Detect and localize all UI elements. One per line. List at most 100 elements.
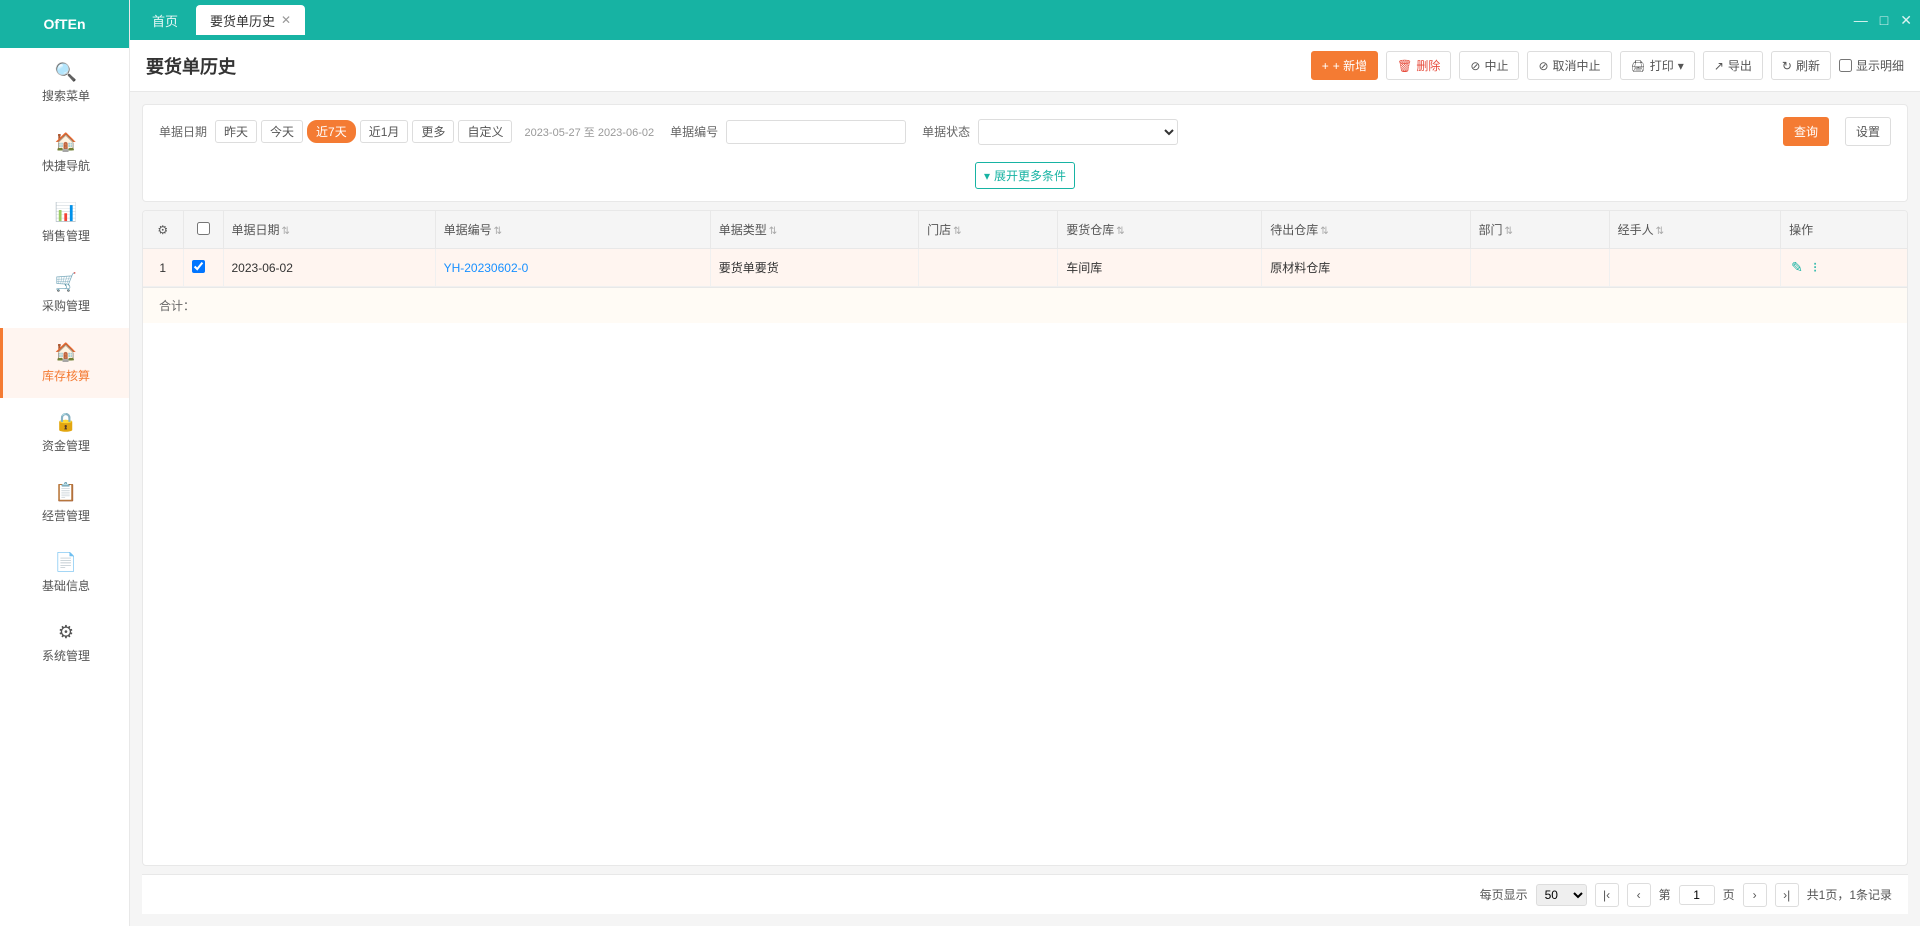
last-page-button[interactable]: ›| — [1775, 883, 1799, 907]
date-custom-btn[interactable]: 自定义 — [458, 120, 512, 143]
prev-page-button[interactable]: ‹ — [1627, 883, 1651, 907]
chevron-down-icon: ▾ — [984, 169, 990, 183]
edit-action-icon[interactable]: ✎ — [1789, 257, 1805, 278]
cell-doc-type: 要货单要货 — [710, 249, 918, 287]
clipboard-icon: 📋 — [55, 482, 77, 503]
date-filter-group: 单据日期 昨天 今天 近7天 近1月 更多 自定义 2023-05-27 至 2… — [159, 120, 654, 143]
chart-icon: 📊 — [55, 202, 77, 223]
filter-row-1: 单据日期 昨天 今天 近7天 近1月 更多 自定义 2023-05-27 至 2… — [159, 117, 1891, 146]
sidebar-item-system[interactable]: ⚙ 系统管理 — [0, 608, 129, 678]
sort-store-icon[interactable]: ⇅ — [953, 226, 961, 237]
sidebar-item-label: 库存核算 — [42, 367, 90, 384]
home-icon: 🏠 — [55, 132, 77, 153]
date-filter-buttons: 昨天 今天 近7天 近1月 更多 自定义 — [215, 120, 512, 143]
select-all-checkbox[interactable] — [197, 222, 210, 235]
doc-no-input[interactable] — [726, 120, 906, 144]
window-close-icon[interactable]: ✕ — [1900, 12, 1912, 29]
sidebar-item-label: 基础信息 — [42, 577, 90, 594]
date-7days-btn[interactable]: 近7天 — [307, 120, 356, 143]
print-icon: 🖨 — [1631, 59, 1646, 73]
page-unit: 页 — [1723, 886, 1735, 903]
cell-dept — [1470, 249, 1609, 287]
display-detail-toggle[interactable]: 显示明细 — [1839, 57, 1904, 74]
export-icon: ↗ — [1714, 59, 1724, 73]
settings-button[interactable]: 设置 — [1845, 117, 1891, 146]
window-maximize-icon[interactable]: □ — [1880, 12, 1888, 28]
sort-dept-icon[interactable]: ⇅ — [1505, 226, 1513, 237]
sidebar-item-inventory[interactable]: 🏠 库存核算 — [0, 328, 129, 398]
cell-actions: ✎ ⁝ — [1781, 249, 1907, 287]
tab-home-label: 首页 — [152, 11, 178, 30]
sidebar-item-quick-nav[interactable]: 🏠 快捷导航 — [0, 118, 129, 188]
new-button[interactable]: + + 新增 — [1311, 51, 1378, 80]
cancel-stop-button[interactable]: ⊘ 取消中止 — [1527, 51, 1611, 80]
column-settings-icon[interactable]: ⚙ — [157, 223, 168, 237]
sidebar-item-label: 搜索菜单 — [42, 87, 90, 104]
cancel-stop-icon: ⊘ — [1538, 59, 1548, 73]
date-today-btn[interactable]: 今天 — [261, 120, 303, 143]
more-action-icon[interactable]: ⁝ — [1811, 257, 1819, 278]
export-button[interactable]: ↗ 导出 — [1703, 51, 1763, 80]
sidebar-item-basic-info[interactable]: 📄 基础信息 — [0, 538, 129, 608]
sort-docno-icon[interactable]: ⇅ — [494, 226, 502, 237]
sidebar-item-label: 采购管理 — [42, 297, 90, 314]
sort-pendingwarehouse-icon[interactable]: ⇅ — [1320, 226, 1328, 237]
doc-no-filter-group: 单据编号 — [670, 120, 906, 144]
page-size-label: 每页显示 — [1480, 886, 1528, 903]
page-size-select[interactable]: 50 20 100 200 — [1536, 884, 1587, 906]
sidebar-item-search[interactable]: 🔍 搜索菜单 — [0, 48, 129, 118]
th-req-warehouse: 要货仓库⇅ — [1058, 211, 1262, 249]
cell-store — [919, 249, 1058, 287]
page-number-input[interactable] — [1679, 885, 1715, 905]
total-info: 共1页，1条记录 — [1807, 886, 1892, 903]
doc-no-link[interactable]: YH-20230602-0 — [444, 261, 529, 275]
lock-icon: 🔒 — [55, 412, 77, 433]
refresh-button[interactable]: ↻ 刷新 — [1771, 51, 1831, 80]
date-range-display: 2023-05-27 至 2023-06-02 — [524, 124, 654, 140]
sort-doctype-icon[interactable]: ⇅ — [769, 226, 777, 237]
sidebar-item-label: 销售管理 — [42, 227, 90, 244]
search-icon: 🔍 — [55, 62, 77, 83]
th-settings: ⚙ — [143, 211, 183, 249]
th-date: 单据日期⇅ — [223, 211, 435, 249]
expand-filter-btn[interactable]: ▾ 展开更多条件 — [975, 162, 1075, 189]
delete-button[interactable]: 🗑 删除 — [1386, 51, 1451, 80]
stop-button[interactable]: ⊘ 中止 — [1459, 51, 1519, 80]
sidebar-item-label: 经营管理 — [42, 507, 90, 524]
summary-label: 合计： — [159, 297, 195, 314]
row-checkbox[interactable] — [192, 260, 205, 273]
cell-checkbox — [183, 249, 223, 287]
status-filter-group: 单据状态 — [922, 119, 1178, 145]
status-select[interactable] — [978, 119, 1178, 145]
refresh-icon: ↻ — [1782, 59, 1792, 73]
sort-reqwarehouse-icon[interactable]: ⇅ — [1116, 226, 1124, 237]
window-minimize-icon[interactable]: — — [1854, 12, 1868, 28]
date-1month-btn[interactable]: 近1月 — [360, 120, 409, 143]
print-button[interactable]: 🖨 打印 ▾ — [1620, 51, 1695, 80]
sort-handler-icon[interactable]: ⇅ — [1656, 226, 1664, 237]
th-pending-warehouse: 待出仓库⇅ — [1262, 211, 1470, 249]
date-more-btn[interactable]: 更多 — [412, 120, 454, 143]
sidebar-item-finance[interactable]: 🔒 资金管理 — [0, 398, 129, 468]
tab-home[interactable]: 首页 — [138, 5, 192, 35]
table-footer: 合计： — [143, 287, 1907, 323]
tab-requisition-history[interactable]: 要货单历史 ✕ — [196, 5, 305, 35]
sidebar-item-purchase[interactable]: 🛒 采购管理 — [0, 258, 129, 328]
stop-icon: ⊘ — [1470, 59, 1480, 73]
sidebar-item-operation[interactable]: 📋 经营管理 — [0, 468, 129, 538]
print-dropdown-icon: ▾ — [1678, 59, 1684, 73]
search-button[interactable]: 查询 — [1783, 117, 1829, 146]
page-header: 要货单历史 + + 新增 🗑 删除 ⊘ 中止 ⊘ 取消中止 🖨 打印 ▾ ↗ 导… — [130, 40, 1920, 92]
display-detail-checkbox[interactable] — [1839, 59, 1852, 72]
next-page-button[interactable]: › — [1743, 883, 1767, 907]
sort-date-icon[interactable]: ⇅ — [282, 226, 290, 237]
date-yesterday-btn[interactable]: 昨天 — [215, 120, 257, 143]
first-page-button[interactable]: |‹ — [1595, 883, 1619, 907]
sidebar-item-sales[interactable]: 📊 销售管理 — [0, 188, 129, 258]
page-title: 要货单历史 — [146, 53, 1303, 79]
table-body: 1 2023-06-02 YH-20230602-0 要货单要货 车间库 原材料… — [143, 249, 1907, 287]
sidebar-logo: OfTEn — [0, 0, 129, 48]
tab-close-icon[interactable]: ✕ — [281, 13, 291, 27]
inventory-icon: 🏠 — [55, 342, 77, 363]
th-dept: 部门⇅ — [1470, 211, 1609, 249]
